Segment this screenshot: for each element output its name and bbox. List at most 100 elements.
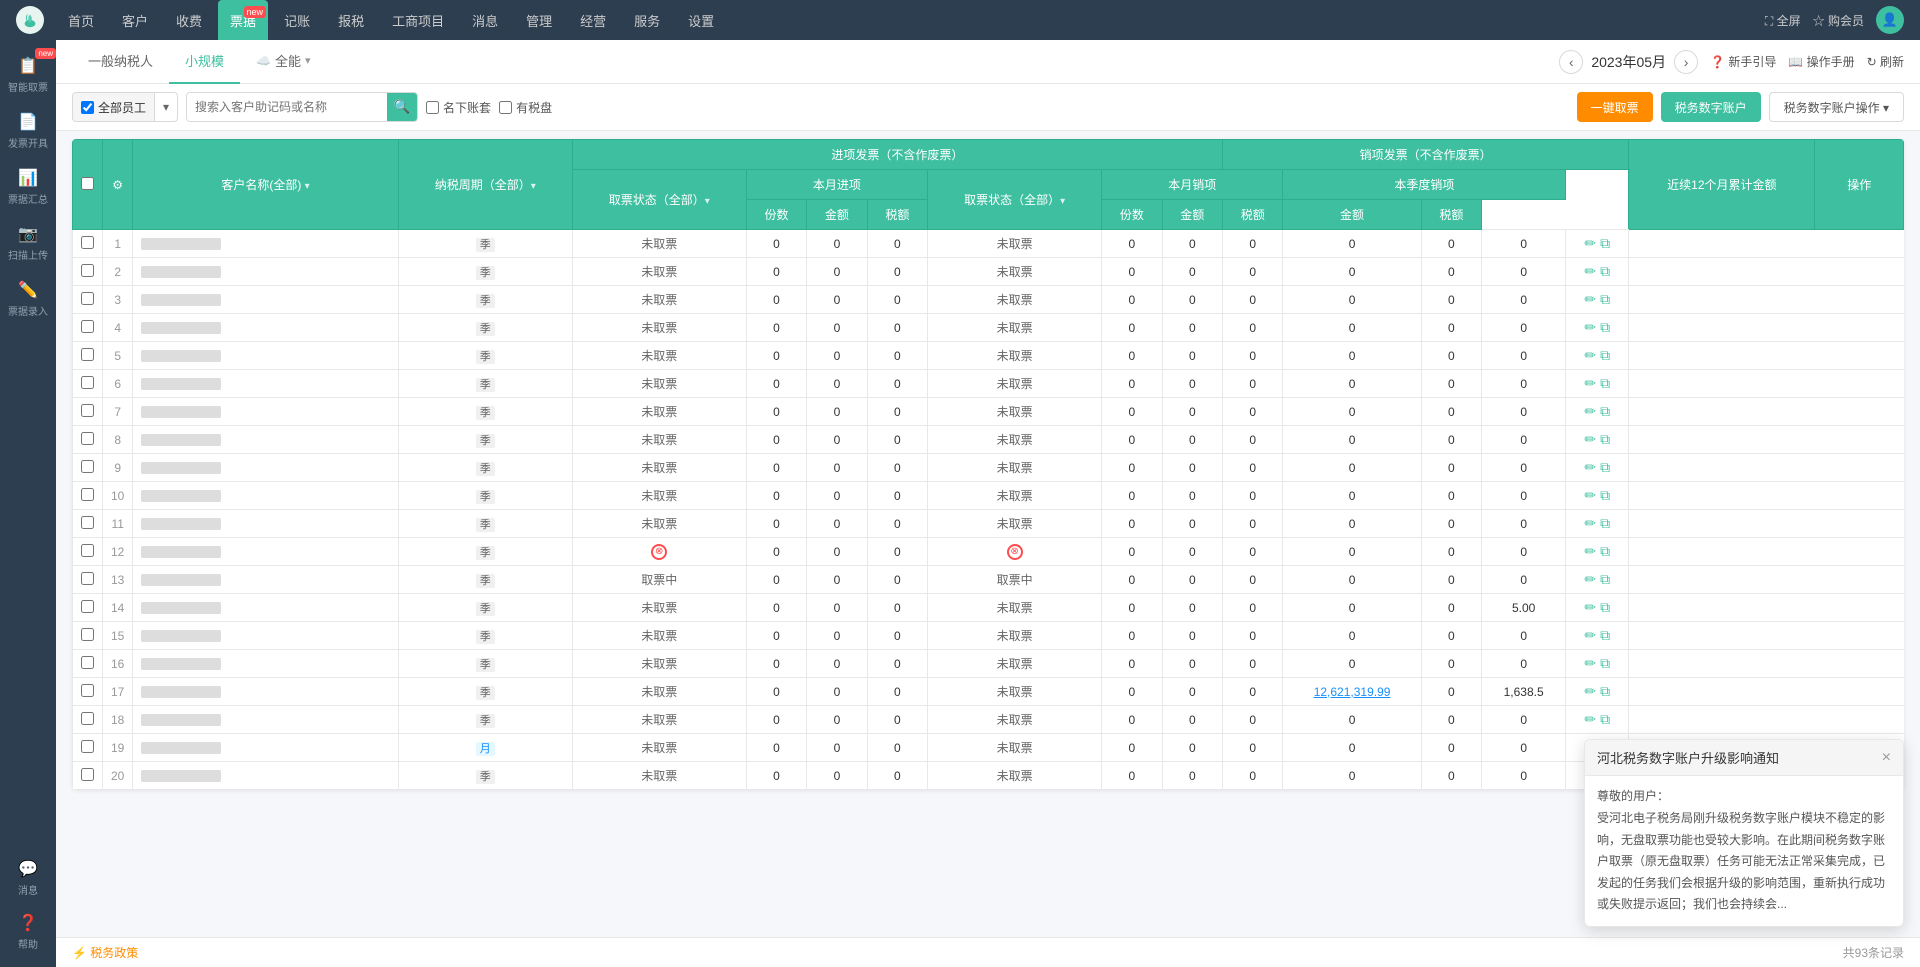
copy-button[interactable]: ⧉: [1600, 571, 1610, 587]
member-button[interactable]: ☆ 购会员: [1813, 12, 1864, 29]
fullscreen-button[interactable]: ⛶ 全屏: [1765, 12, 1801, 29]
sidebar-item-help[interactable]: ❓ 帮助: [0, 905, 56, 959]
row-checkbox[interactable]: [81, 236, 94, 249]
nav-manage[interactable]: 管理: [514, 0, 564, 40]
edit-button[interactable]: ✏: [1584, 403, 1596, 419]
employee-select[interactable]: 全部员工 ▾: [72, 92, 178, 122]
th-in-ticket-status[interactable]: 取票状态（全部）▾: [572, 170, 746, 230]
row-checkbox[interactable]: [81, 488, 94, 501]
table-cell[interactable]: ✏⧉: [1566, 538, 1629, 566]
table-cell[interactable]: [73, 482, 103, 510]
customer-filter-icon[interactable]: ▾: [305, 181, 310, 192]
copy-button[interactable]: ⧉: [1600, 235, 1610, 251]
edit-button[interactable]: ✏: [1584, 627, 1596, 643]
table-cell[interactable]: ✏⧉: [1566, 258, 1629, 286]
row-checkbox[interactable]: [81, 740, 94, 753]
one-click-ticket-button[interactable]: 一键取票: [1577, 92, 1653, 122]
new-guide-button[interactable]: ❓ 新手引导: [1710, 53, 1776, 70]
all-employee-checkbox[interactable]: [81, 101, 94, 114]
th-settings[interactable]: ⚙: [103, 140, 133, 230]
table-cell[interactable]: ✏⧉: [1566, 678, 1629, 706]
table-cell[interactable]: [73, 650, 103, 678]
row-checkbox[interactable]: [81, 712, 94, 725]
nav-invoice[interactable]: 票据 new: [218, 0, 268, 40]
notification-close-button[interactable]: ×: [1882, 749, 1891, 767]
edit-button[interactable]: ✏: [1584, 543, 1596, 559]
copy-button[interactable]: ⧉: [1600, 459, 1610, 475]
copy-button[interactable]: ⧉: [1600, 543, 1610, 559]
copy-button[interactable]: ⧉: [1600, 487, 1610, 503]
copy-button[interactable]: ⧉: [1600, 263, 1610, 279]
table-cell[interactable]: [73, 538, 103, 566]
refresh-button[interactable]: ↻ 刷新: [1867, 53, 1904, 70]
row-checkbox[interactable]: [81, 516, 94, 529]
row-checkbox[interactable]: [81, 432, 94, 445]
sidebar-item-invoice-open[interactable]: 📄 发票开具: [0, 104, 56, 158]
table-cell[interactable]: [73, 258, 103, 286]
edit-button[interactable]: ✏: [1584, 459, 1596, 475]
table-cell[interactable]: [73, 286, 103, 314]
digital-account-ops-button[interactable]: 税务数字账户操作 ▾: [1769, 92, 1904, 122]
copy-button[interactable]: ⧉: [1600, 347, 1610, 363]
digital-account-button[interactable]: 税务数字账户: [1661, 92, 1761, 122]
table-cell[interactable]: ✏⧉: [1566, 622, 1629, 650]
table-cell[interactable]: [73, 762, 103, 790]
table-cell[interactable]: [73, 622, 103, 650]
table-cell[interactable]: [73, 342, 103, 370]
out-status-filter[interactable]: ▾: [1060, 196, 1065, 207]
row-checkbox[interactable]: [81, 264, 94, 277]
table-cell[interactable]: [73, 426, 103, 454]
tax-disk-checkbox-label[interactable]: 有税盘: [499, 99, 552, 116]
nav-settings[interactable]: 设置: [676, 0, 726, 40]
select-all-checkbox[interactable]: [81, 177, 94, 190]
nav-bookkeeping[interactable]: 记账: [272, 0, 322, 40]
table-cell[interactable]: [73, 706, 103, 734]
edit-button[interactable]: ✏: [1584, 571, 1596, 587]
cycle-filter-icon[interactable]: ▾: [531, 181, 536, 192]
tab-all-capable[interactable]: ☁️ 全能 ▾: [240, 40, 327, 84]
copy-button[interactable]: ⧉: [1600, 375, 1610, 391]
in-status-filter[interactable]: ▾: [705, 196, 710, 207]
row-checkbox[interactable]: [81, 768, 94, 781]
table-cell[interactable]: [73, 734, 103, 762]
edit-button[interactable]: ✏: [1584, 683, 1596, 699]
nav-customer[interactable]: 客户: [110, 0, 160, 40]
employee-dropdown-arrow[interactable]: ▾: [155, 93, 177, 121]
row-checkbox[interactable]: [81, 460, 94, 473]
row-checkbox[interactable]: [81, 600, 94, 613]
copy-button[interactable]: ⧉: [1600, 655, 1610, 671]
row-checkbox[interactable]: [81, 320, 94, 333]
table-cell[interactable]: ✏⧉: [1566, 482, 1629, 510]
sidebar-item-message[interactable]: 💬 消息: [0, 851, 56, 905]
sidebar-item-scan-upload[interactable]: 📷 扫描上传: [0, 216, 56, 270]
table-cell[interactable]: ✏⧉: [1566, 510, 1629, 538]
row-checkbox[interactable]: [81, 376, 94, 389]
copy-button[interactable]: ⧉: [1600, 431, 1610, 447]
copy-button[interactable]: ⧉: [1600, 683, 1610, 699]
tax-policy-link[interactable]: ⚡ 税务政策: [72, 944, 138, 961]
copy-button[interactable]: ⧉: [1600, 319, 1610, 335]
copy-button[interactable]: ⧉: [1600, 599, 1610, 615]
row-checkbox[interactable]: [81, 292, 94, 305]
date-prev-button[interactable]: ‹: [1559, 50, 1583, 74]
row-checkbox[interactable]: [81, 684, 94, 697]
table-cell[interactable]: [73, 678, 103, 706]
edit-button[interactable]: ✏: [1584, 263, 1596, 279]
nav-business[interactable]: 工商项目: [380, 0, 456, 40]
table-cell[interactable]: ✏⧉: [1566, 706, 1629, 734]
table-cell[interactable]: [73, 314, 103, 342]
edit-button[interactable]: ✏: [1584, 291, 1596, 307]
row-checkbox[interactable]: [81, 404, 94, 417]
table-cell[interactable]: ✏⧉: [1566, 342, 1629, 370]
edit-button[interactable]: ✏: [1584, 235, 1596, 251]
tax-disk-checkbox[interactable]: [499, 101, 512, 114]
table-cell[interactable]: ✏⧉: [1566, 230, 1629, 258]
sidebar-item-invoice-summary[interactable]: 📊 票据汇总: [0, 160, 56, 214]
search-button[interactable]: 🔍: [387, 93, 417, 121]
table-cell[interactable]: ✏⧉: [1566, 566, 1629, 594]
table-cell[interactable]: ✏⧉: [1566, 370, 1629, 398]
nav-billing[interactable]: 收费: [164, 0, 214, 40]
nav-tax[interactable]: 报税: [326, 0, 376, 40]
row-checkbox[interactable]: [81, 656, 94, 669]
copy-button[interactable]: ⧉: [1600, 515, 1610, 531]
